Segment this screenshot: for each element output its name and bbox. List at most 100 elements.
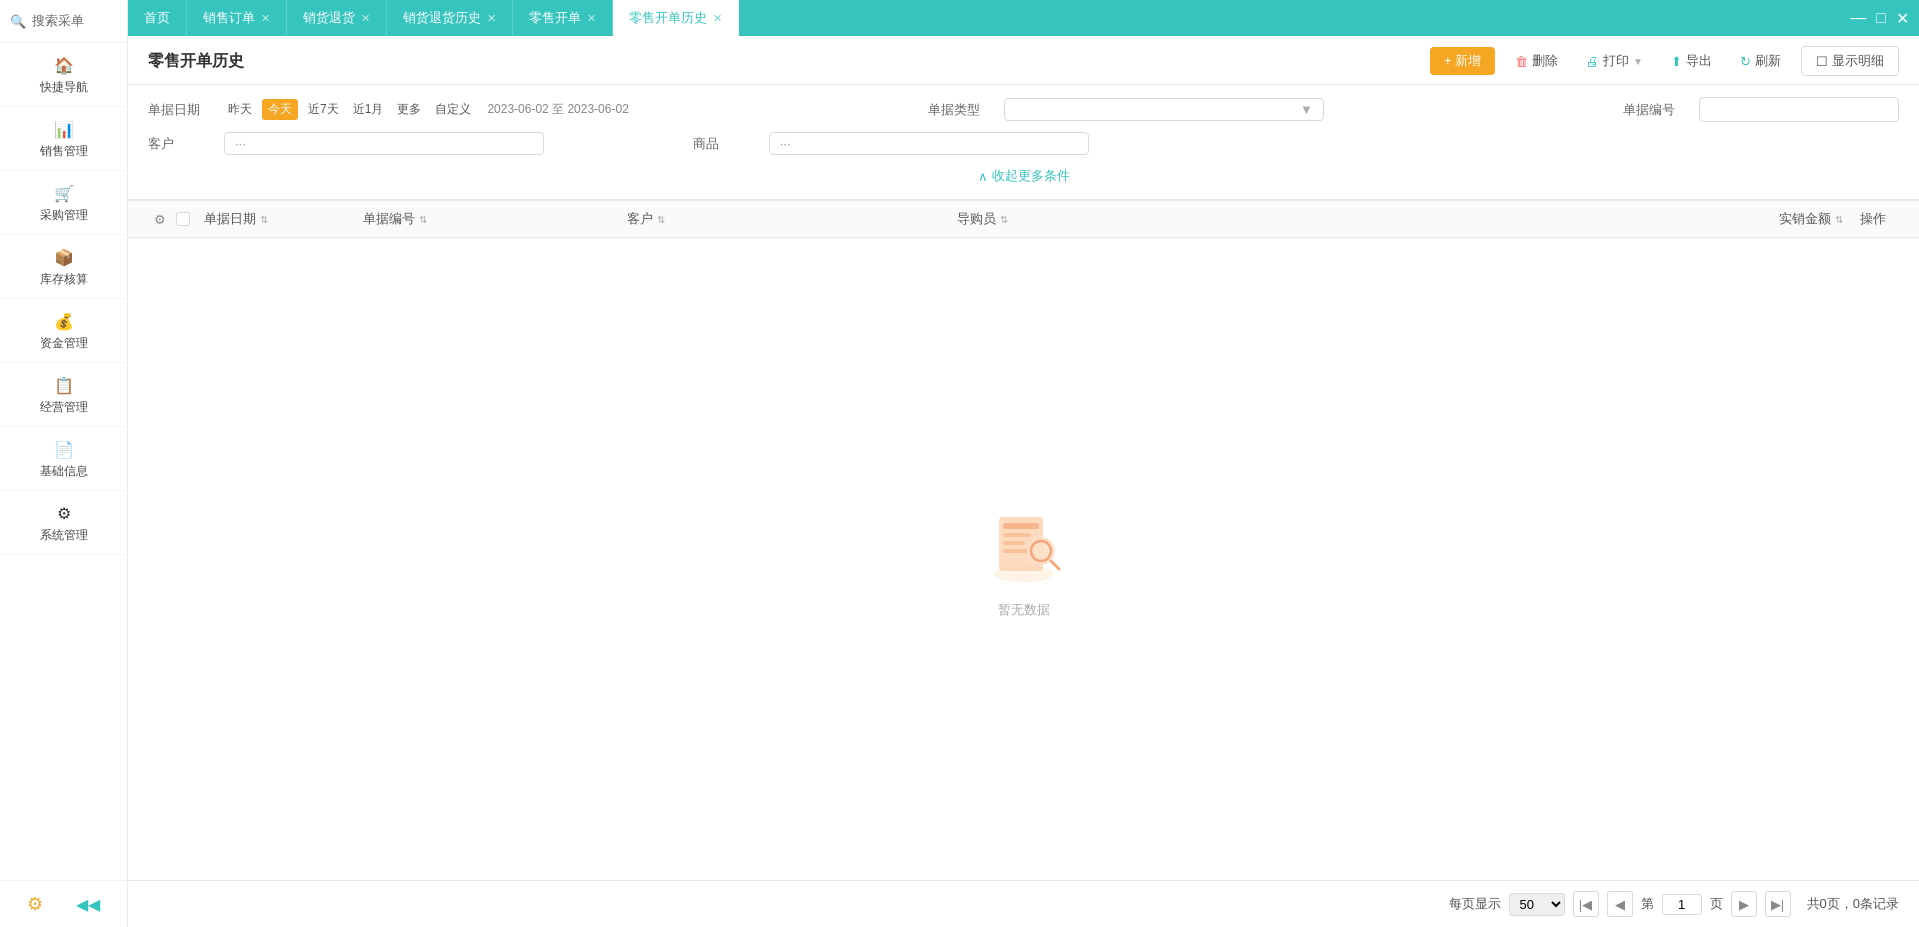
show-detail-button[interactable]: ☐ 显示明细 xyxy=(1801,46,1899,76)
tab-sales-return[interactable]: 销货退货 ✕ xyxy=(287,0,387,36)
tab-sales-return-close[interactable]: ✕ xyxy=(361,12,370,25)
filter-row-1: 单据日期 昨天 今天 近7天 近1月 更多 自定义 2023-06-02 至 2… xyxy=(148,97,1899,122)
main-content: 首页 销售订单 ✕ 销货退货 ✕ 销货退货历史 ✕ 零售开单 ✕ 零售开单历史 … xyxy=(128,0,1919,927)
window-close-icon[interactable]: ✕ xyxy=(1896,9,1909,28)
tab-sales-return-history-close[interactable]: ✕ xyxy=(487,12,496,25)
th-customer[interactable]: 客户 ⇅ xyxy=(627,210,957,228)
print-label: 打印 xyxy=(1603,52,1629,70)
per-page-select[interactable]: 50 100 200 xyxy=(1509,893,1565,916)
th-customer-label: 客户 xyxy=(627,210,653,228)
sidebar-item-purchase[interactable]: 🛒 采购管理 xyxy=(0,171,127,235)
th-amount[interactable]: 实销金额 ⇅ xyxy=(1684,210,1843,228)
system-icon: ⚙ xyxy=(54,503,74,523)
delete-button[interactable]: 🗑 删除 xyxy=(1507,48,1566,74)
th-date[interactable]: 单据日期 ⇅ xyxy=(204,210,363,228)
tab-sales-order-close[interactable]: ✕ xyxy=(261,12,270,25)
goods-input[interactable]: ··· xyxy=(769,132,1089,155)
sidebar-item-quick-nav[interactable]: 🏠 快捷导航 xyxy=(0,43,127,107)
tab-sales-order[interactable]: 销售订单 ✕ xyxy=(187,0,287,36)
sidebar-search[interactable]: 🔍 搜索采单 xyxy=(0,0,127,43)
th-guide[interactable]: 导购员 ⇅ xyxy=(957,210,1155,228)
per-page-label: 每页显示 xyxy=(1449,895,1501,913)
th-settings[interactable]: ⚙ xyxy=(144,212,176,227)
print-button[interactable]: 🖨 打印 ▼ xyxy=(1578,48,1651,74)
th-amount-sort: ⇅ xyxy=(1835,214,1843,225)
tab-retail-history-label: 零售开单历史 xyxy=(629,9,707,27)
header-checkbox[interactable] xyxy=(176,212,190,226)
refresh-icon: ↻ xyxy=(1740,54,1751,69)
empty-text: 暂无数据 xyxy=(998,601,1050,619)
table-header: ⚙ 单据日期 ⇅ 单据编号 ⇅ 客户 ⇅ 导购员 ⇅ 实销金额 xyxy=(128,200,1919,238)
type-select[interactable]: ▼ xyxy=(1004,98,1324,121)
sidebar-item-system[interactable]: ⚙ 系统管理 xyxy=(0,491,127,555)
tab-retail-history[interactable]: 零售开单历史 ✕ xyxy=(613,0,739,36)
refresh-button[interactable]: ↻ 刷新 xyxy=(1732,48,1789,74)
sidebar-item-sales[interactable]: 📊 销售管理 xyxy=(0,107,127,171)
th-date-label: 单据日期 xyxy=(204,210,256,228)
pagination: 每页显示 50 100 200 |◀ ◀ 第 页 ▶ ▶| 共0页，0条记录 xyxy=(128,880,1919,927)
export-button[interactable]: ⬆ 导出 xyxy=(1663,48,1720,74)
collapse-sidebar-icon[interactable]: ◀◀ xyxy=(76,895,100,914)
sidebar-label-basic: 基础信息 xyxy=(40,463,88,480)
toolbar: + 新增 🗑 删除 🖨 打印 ▼ ⬆ 导出 ↻ 刷新 ☐ 显示明细 xyxy=(1430,46,1899,76)
th-guide-sort: ⇅ xyxy=(1000,214,1008,225)
total-text: 共0页，0条记录 xyxy=(1807,895,1899,913)
basic-icon: 📄 xyxy=(54,439,74,459)
tab-retail-order[interactable]: 零售开单 ✕ xyxy=(513,0,613,36)
order-no-input[interactable] xyxy=(1699,97,1899,122)
date-btn-yesterday[interactable]: 昨天 xyxy=(224,99,256,120)
collapse-label: 收起更多条件 xyxy=(992,167,1070,185)
prev-page-btn[interactable]: ◀ xyxy=(1607,891,1633,917)
date-label: 单据日期 xyxy=(148,101,208,119)
settings-bottom-icon[interactable]: ⚙ xyxy=(27,893,43,915)
date-btn-today[interactable]: 今天 xyxy=(262,99,298,120)
date-btn-1month[interactable]: 近1月 xyxy=(349,99,388,120)
tab-sales-return-history[interactable]: 销货退货历史 ✕ xyxy=(387,0,513,36)
th-order[interactable]: 单据编号 ⇅ xyxy=(363,210,627,228)
tab-retail-order-close[interactable]: ✕ xyxy=(587,12,596,25)
filter-row-2: 客户 ··· 商品 ··· xyxy=(148,132,1899,155)
sidebar-label-quick-nav: 快捷导航 xyxy=(40,79,88,96)
svg-rect-2 xyxy=(1003,523,1039,529)
checkbox-detail-icon: ☐ xyxy=(1816,54,1828,69)
sidebar-item-finance[interactable]: 💰 资金管理 xyxy=(0,299,127,363)
date-btn-7days[interactable]: 近7天 xyxy=(304,99,343,120)
window-maximize-icon[interactable]: □ xyxy=(1876,9,1886,27)
sales-icon: 📊 xyxy=(54,119,74,139)
th-guide-label: 导购员 xyxy=(957,210,996,228)
type-select-arrow: ▼ xyxy=(1300,102,1313,117)
th-customer-sort: ⇅ xyxy=(657,214,665,225)
tab-home[interactable]: 首页 xyxy=(128,0,187,36)
next-page-btn[interactable]: ▶ xyxy=(1731,891,1757,917)
sidebar-item-operations[interactable]: 📋 经营管理 xyxy=(0,363,127,427)
first-page-btn[interactable]: |◀ xyxy=(1573,891,1599,917)
operations-icon: 📋 xyxy=(54,375,74,395)
inventory-icon: 📦 xyxy=(54,247,74,267)
page-word: 第 xyxy=(1641,895,1654,913)
sidebar-item-inventory[interactable]: 📦 库存核算 xyxy=(0,235,127,299)
delete-label: 删除 xyxy=(1532,52,1558,70)
th-checkbox[interactable] xyxy=(176,212,204,226)
last-page-btn[interactable]: ▶| xyxy=(1765,891,1791,917)
tab-home-label: 首页 xyxy=(144,9,170,27)
goods-dots: ··· xyxy=(780,136,791,151)
search-icon: 🔍 xyxy=(10,14,26,29)
th-action: 操作 xyxy=(1843,210,1903,228)
show-detail-label: 显示明细 xyxy=(1832,52,1884,70)
customer-input[interactable]: ··· xyxy=(224,132,544,155)
sidebar-item-basic[interactable]: 📄 基础信息 xyxy=(0,427,127,491)
page-number-input[interactable] xyxy=(1662,894,1702,915)
sidebar-bottom: ⚙ ◀◀ xyxy=(0,880,127,927)
date-shortcuts: 昨天 今天 近7天 近1月 更多 自定义 2023-06-02 至 2023-0… xyxy=(224,99,629,120)
tab-sales-return-label: 销货退货 xyxy=(303,9,355,27)
new-button[interactable]: + 新增 xyxy=(1430,47,1495,75)
sidebar-label-finance: 资金管理 xyxy=(40,335,88,352)
customer-label: 客户 xyxy=(148,135,208,153)
window-minimize-icon[interactable]: — xyxy=(1850,9,1866,27)
date-btn-more[interactable]: 更多 xyxy=(393,99,425,120)
tab-retail-history-close[interactable]: ✕ xyxy=(713,12,722,25)
svg-line-8 xyxy=(1051,561,1059,569)
date-btn-custom[interactable]: 自定义 xyxy=(431,99,475,120)
th-action-label: 操作 xyxy=(1860,210,1886,228)
collapse-button[interactable]: ∧ 收起更多条件 xyxy=(148,165,1899,193)
